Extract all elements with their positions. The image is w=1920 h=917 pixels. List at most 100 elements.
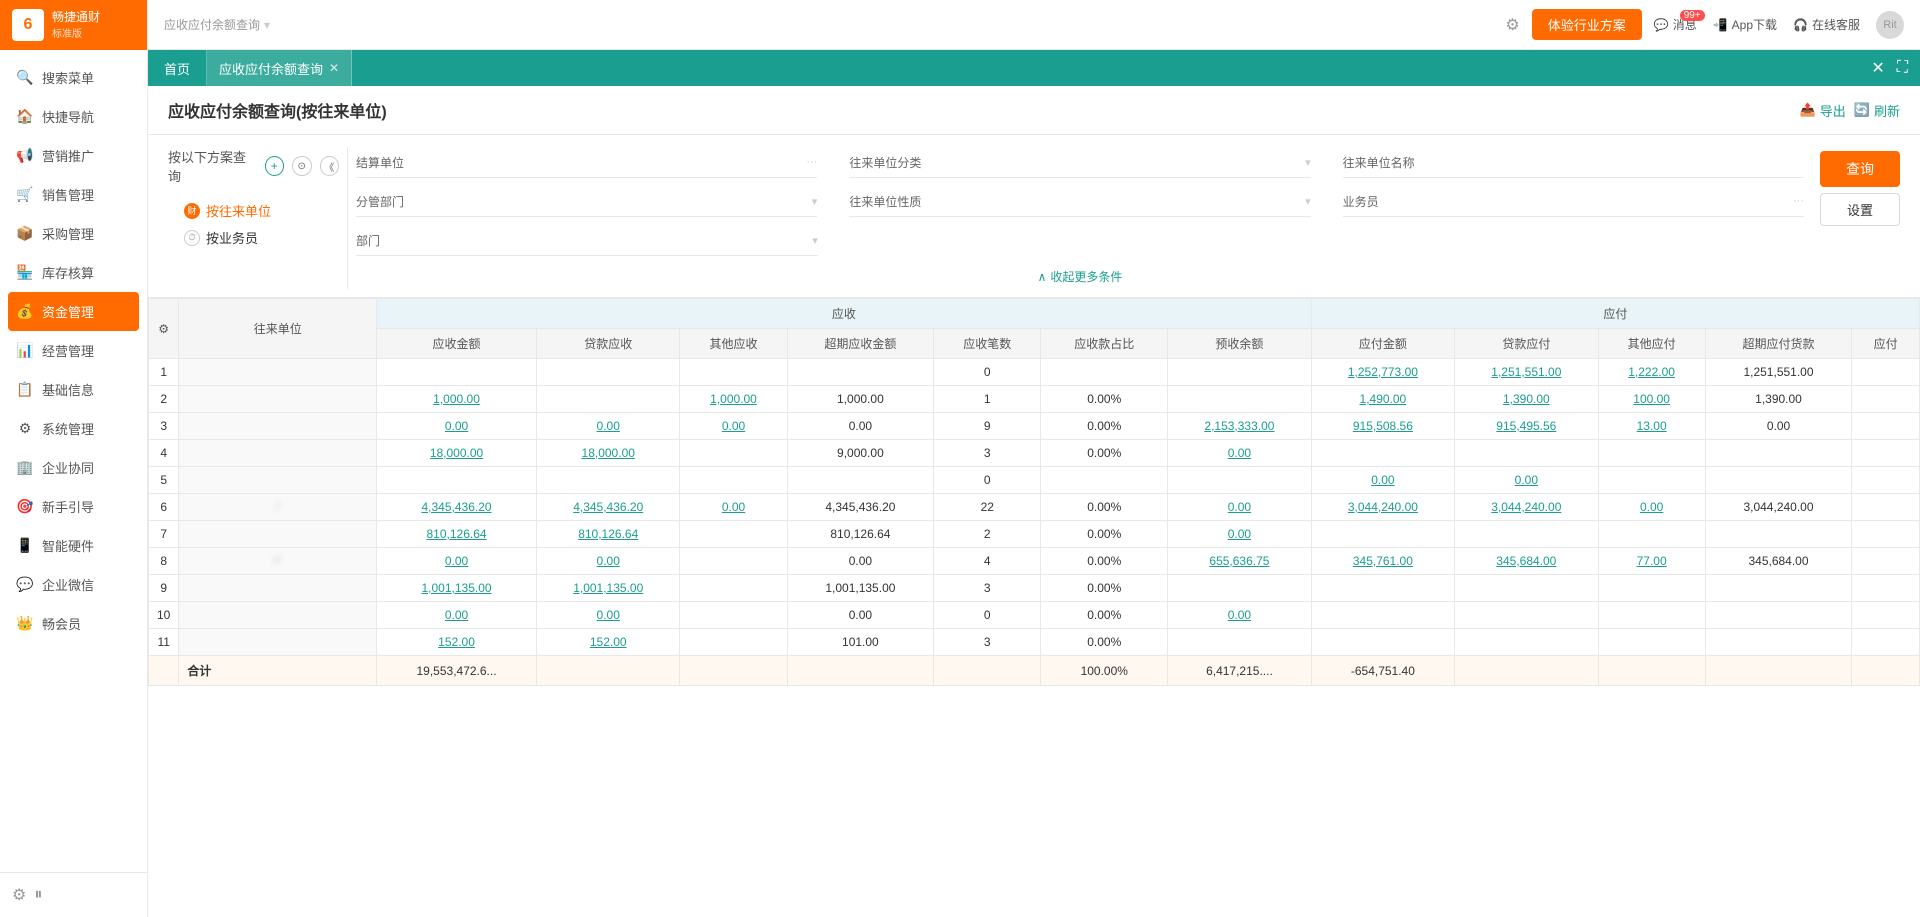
plan-button[interactable]: 体验行业方案 — [1532, 9, 1642, 40]
sidebar-item-inventory[interactable]: 🏪 库存核算 — [0, 253, 147, 292]
table-cell[interactable]: 0.00 — [1168, 521, 1311, 548]
tab-expand-icon[interactable]: ⛶ — [1893, 55, 1912, 81]
unit-nature-dropdown[interactable]: ▾ — [1305, 195, 1311, 208]
table-cell[interactable]: 1,001,135.00 — [377, 575, 537, 602]
tab-home[interactable]: 首页 — [148, 50, 207, 86]
sidebar-item-member[interactable]: 👑 畅会员 — [0, 604, 147, 643]
gear-icon[interactable]: ⚙ — [1505, 15, 1519, 35]
table-cell — [1168, 467, 1311, 494]
sidebar-item-hardware[interactable]: 📱 智能硬件 — [0, 526, 147, 565]
tab-ar-balance[interactable]: 应收应付余额查询 ✕ — [207, 50, 352, 86]
table-cell[interactable]: 345,761.00 — [1311, 548, 1454, 575]
table-cell[interactable]: 18,000.00 — [537, 440, 680, 467]
salesman-input[interactable] — [1427, 190, 1789, 212]
table-cell[interactable]: 152.00 — [377, 629, 537, 656]
setting-button[interactable]: 设置 — [1820, 193, 1900, 226]
department-input[interactable] — [420, 229, 808, 251]
tab-close-all-icon[interactable]: ✕ — [1867, 54, 1888, 82]
settlement-unit-dots[interactable]: ··· — [806, 156, 817, 168]
table-scroll[interactable]: ⚙ 往来单位 应收 应付 — [148, 298, 1920, 686]
table-cell[interactable]: 0.00 — [537, 602, 680, 629]
col-settings[interactable]: ⚙ — [149, 299, 179, 359]
table-cell[interactable]: 4,345,436.20 — [377, 494, 537, 521]
division-dropdown[interactable]: ▾ — [812, 195, 818, 208]
refresh-button[interactable]: 🔄 刷新 — [1854, 101, 1900, 120]
sidebar-item-operation[interactable]: 📊 经营管理 — [0, 331, 147, 370]
table-cell[interactable]: 0.00 — [680, 413, 787, 440]
sidebar-item-corp[interactable]: 🏢 企业协同 — [0, 448, 147, 487]
table-cell[interactable]: 13.00 — [1598, 413, 1705, 440]
collapse-button[interactable]: ∧ 收起更多条件 — [356, 264, 1804, 289]
table-cell[interactable]: 3,044,240.00 — [1311, 494, 1454, 521]
sidebar-item-search[interactable]: 🔍 搜索菜单 — [0, 58, 147, 97]
table-cell[interactable]: 1,001,135.00 — [537, 575, 680, 602]
sidebar-item-sales[interactable]: 🛒 销售管理 — [0, 175, 147, 214]
table-cell[interactable]: 1,251,551.00 — [1455, 359, 1598, 386]
collapse-sidebar-icon[interactable]: ⏸ — [34, 886, 42, 904]
sidebar-item-shortcut[interactable]: 🏠 快捷导航 — [0, 97, 147, 136]
sidebar-item-wechat[interactable]: 💬 企业微信 — [0, 565, 147, 604]
sidebar-item-marketing[interactable]: 📢 营销推广 — [0, 136, 147, 175]
table-cell[interactable]: 655,636.75 — [1168, 548, 1311, 575]
scheme-by-unit[interactable]: 财 按往来单位 — [176, 197, 339, 224]
table-cell[interactable]: 1,390.00 — [1455, 386, 1598, 413]
unit-category-dropdown[interactable]: ▾ — [1305, 156, 1311, 169]
division-input[interactable] — [420, 190, 808, 212]
table-cell[interactable]: 77.00 — [1598, 548, 1705, 575]
table-cell[interactable]: 810,126.64 — [377, 521, 537, 548]
sidebar-item-basic[interactable]: 📋 基础信息 — [0, 370, 147, 409]
table-cell[interactable]: 1,000.00 — [680, 386, 787, 413]
table-cell — [1852, 602, 1920, 629]
filter-settings-icon[interactable]: ⊙ — [292, 156, 312, 176]
table-cell[interactable]: 0.00 — [377, 602, 537, 629]
table-cell[interactable]: 915,495.56 — [1455, 413, 1598, 440]
settings-footer-icon[interactable]: ⚙ — [12, 885, 26, 905]
table-cell[interactable]: 0.00 — [1168, 440, 1311, 467]
table-cell[interactable]: 0.00 — [680, 494, 787, 521]
query-button[interactable]: 查询 — [1820, 151, 1900, 187]
table-cell[interactable]: 1,490.00 — [1311, 386, 1454, 413]
table-cell[interactable]: 152.00 — [537, 629, 680, 656]
table-cell[interactable]: 0.00 — [1168, 494, 1311, 521]
table-cell[interactable]: 0.00 — [537, 413, 680, 440]
table-cell[interactable]: 0.00 — [1455, 467, 1598, 494]
table-cell[interactable]: 2,153,333.00 — [1168, 413, 1311, 440]
message-item[interactable]: 💬 消息 99+ — [1654, 16, 1697, 33]
table-cell[interactable]: 0.00 — [537, 548, 680, 575]
tab-close-icon[interactable]: ✕ — [329, 61, 339, 75]
table-cell[interactable]: 810,126.64 — [537, 521, 680, 548]
table-cell[interactable]: 0.00 — [377, 548, 537, 575]
table-settings-icon[interactable]: ⚙ — [158, 322, 169, 336]
filter-add-button[interactable]: + — [265, 156, 285, 176]
sidebar-item-purchase[interactable]: 📦 采购管理 — [0, 214, 147, 253]
table-cell[interactable]: 1,252,773.00 — [1311, 359, 1454, 386]
table-cell[interactable]: 18,000.00 — [377, 440, 537, 467]
sidebar-item-guide[interactable]: 🎯 新手引导 — [0, 487, 147, 526]
table-cell[interactable]: 0.00 — [1168, 602, 1311, 629]
table-cell[interactable]: 4,345,436.20 — [537, 494, 680, 521]
table-cell[interactable]: 345,684.00 — [1455, 548, 1598, 575]
unit-nature-input[interactable] — [933, 190, 1301, 212]
table-cell[interactable]: 100.00 — [1598, 386, 1705, 413]
unit-name-input[interactable] — [1427, 151, 1804, 173]
unit-category-input[interactable] — [933, 151, 1301, 173]
table-cell[interactable]: 0.00 — [1598, 494, 1705, 521]
table-cell[interactable]: 915,508.56 — [1311, 413, 1454, 440]
export-button[interactable]: 📤 导出 — [1800, 101, 1846, 120]
table-cell: 3 — [934, 440, 1041, 467]
scheme-by-salesman[interactable]: ⏱ 按业务员 — [176, 224, 339, 251]
table-cell[interactable]: 0.00 — [1311, 467, 1454, 494]
app-download-item[interactable]: 📲 App下载 — [1713, 16, 1777, 33]
table-cell[interactable]: 0.00 — [377, 413, 537, 440]
sidebar-item-system[interactable]: ⚙ 系统管理 — [0, 409, 147, 448]
department-dropdown[interactable]: ▾ — [812, 234, 818, 247]
table-cell[interactable]: 1,222.00 — [1598, 359, 1705, 386]
online-service-item[interactable]: 🎧 在线客服 — [1793, 16, 1860, 33]
sidebar-item-finance[interactable]: 💰 资金管理 — [8, 292, 139, 331]
table-cell[interactable]: 3,044,240.00 — [1455, 494, 1598, 521]
salesman-dots[interactable]: ··· — [1793, 195, 1804, 207]
settlement-unit-input[interactable] — [420, 151, 802, 173]
avatar[interactable]: Rit — [1876, 11, 1904, 39]
filter-collapse-icon[interactable]: 《 — [320, 156, 340, 176]
table-cell[interactable]: 1,000.00 — [377, 386, 537, 413]
